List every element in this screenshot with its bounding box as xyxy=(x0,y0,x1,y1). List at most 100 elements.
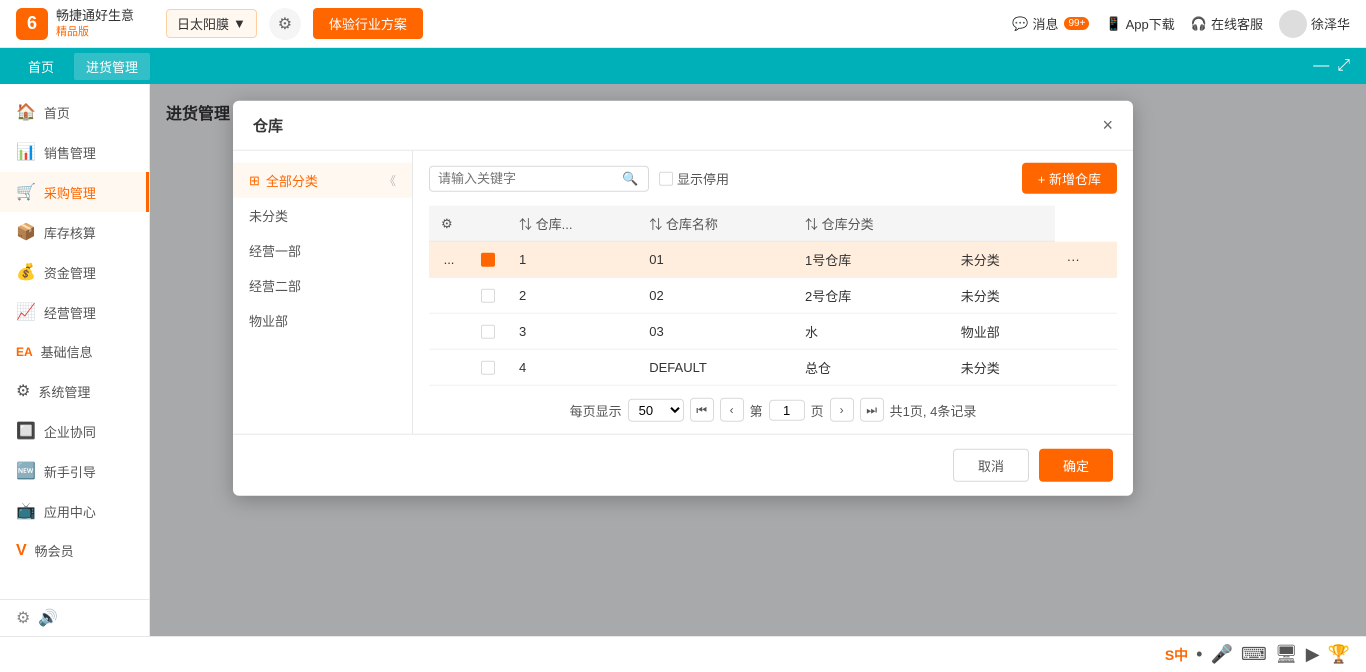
enterprise-icon: 🔲 xyxy=(16,421,36,441)
bottom-bar: S中 • 🎤 ⌨ 🖥 ▶ 🏆 xyxy=(0,636,1366,672)
row-checkbox[interactable] xyxy=(481,361,495,375)
row-code: 01 xyxy=(637,241,793,277)
th-name: ⇅ 仓库名称 xyxy=(637,206,793,242)
row-category: 未分类 xyxy=(949,349,1055,385)
sales-icon: 📊 xyxy=(16,142,36,162)
row-checkbox[interactable] xyxy=(481,325,495,339)
sidebar-item-enterprise[interactable]: 🔲 企业协同 xyxy=(0,411,149,451)
tab-purchase[interactable]: 进货管理 xyxy=(74,53,150,80)
settings-button[interactable]: ⚙ xyxy=(269,8,301,40)
display-icon[interactable]: 🖥 xyxy=(1275,644,1298,665)
cat-item-dept2[interactable]: 经营二部 xyxy=(233,268,412,303)
table-row[interactable]: ... 1 01 1号仓库 未分类 ··· xyxy=(429,241,1117,277)
category-sidebar: ⊞ 全部分类 《 未分类 经营一部 经营二部 物业部 xyxy=(233,151,413,434)
row-gear xyxy=(429,313,469,349)
header-right: 💬 消息 99+ 📱 App下载 🎧 在线客服 徐泽华 xyxy=(1012,10,1350,38)
show-disabled-label[interactable]: 显示停用 xyxy=(659,169,729,188)
apps-icon: 📺 xyxy=(16,501,36,521)
trial-button[interactable]: 体验行业方案 xyxy=(313,8,423,39)
home-icon: 🏠 xyxy=(16,102,36,122)
table-area: 🔍 显示停用 + 新增仓库 ⚙ xyxy=(413,151,1133,434)
row-name: 1号仓库 xyxy=(793,241,949,277)
page-number-input[interactable] xyxy=(769,399,805,420)
warehouse-modal: 仓库 × ⊞ 全部分类 《 未分类 经营一部 xyxy=(233,101,1133,496)
sidebar-item-sales[interactable]: 📊 销售管理 xyxy=(0,132,149,172)
cat-item-unclassified[interactable]: 未分类 xyxy=(233,198,412,233)
collapse-icon[interactable]: 《 xyxy=(384,172,396,189)
online-service-button[interactable]: 🎧 在线客服 xyxy=(1191,14,1263,33)
user-profile[interactable]: 徐泽华 xyxy=(1279,10,1350,38)
table-row[interactable]: 3 03 水 物业部 xyxy=(429,313,1117,349)
microphone-icon[interactable]: 🎤 xyxy=(1210,644,1232,665)
cat-item-all[interactable]: ⊞ 全部分类 《 xyxy=(233,163,412,198)
show-disabled-checkbox[interactable] xyxy=(659,171,673,185)
th-category: ⇅ 仓库分类 xyxy=(793,206,949,242)
modal-body: ⊞ 全部分类 《 未分类 经营一部 经营二部 物业部 xyxy=(233,151,1133,434)
sidebar-item-guide[interactable]: 🆕 新手引导 xyxy=(0,451,149,491)
modal-close-button[interactable]: × xyxy=(1102,115,1113,136)
confirm-button[interactable]: 确定 xyxy=(1039,449,1113,482)
row-check[interactable] xyxy=(469,241,507,277)
th-gear: ⚙ xyxy=(429,206,469,242)
page-next-button[interactable]: › xyxy=(830,398,854,422)
row-check[interactable] xyxy=(469,349,507,385)
finance-icon: 💰 xyxy=(16,262,36,282)
all-cat-icon: ⊞ xyxy=(249,172,260,188)
row-actions: ··· xyxy=(1055,241,1117,277)
message-button[interactable]: 💬 消息 99+ xyxy=(1012,14,1089,33)
sidebar-speaker-icon[interactable]: 🔊 xyxy=(38,608,58,628)
cancel-button[interactable]: 取消 xyxy=(953,449,1029,482)
sidebar-item-purchase[interactable]: 🛒 采购管理 xyxy=(0,172,149,212)
row-seq: 4 xyxy=(507,349,637,385)
vip-icon: V xyxy=(16,542,27,560)
add-warehouse-button[interactable]: + 新增仓库 xyxy=(1022,163,1117,194)
table-header-row: ⚙ ⇅ 仓库... ⇅ 仓库名称 ⇅ 仓库分类 xyxy=(429,206,1117,242)
main-layout: 🏠 首页 📊 销售管理 🛒 采购管理 📦 库存核算 💰 资金管理 📈 经营管理 … xyxy=(0,84,1366,636)
logo-icon: 6 xyxy=(16,8,48,40)
header-center: 日太阳膜 ▼ ⚙ 体验行业方案 xyxy=(166,8,1012,40)
cat-item-property[interactable]: 物业部 xyxy=(233,303,412,338)
sub-header-minus[interactable]: — xyxy=(1313,57,1329,75)
search-icon[interactable]: 🔍 xyxy=(622,170,638,186)
sidebar-settings-icon[interactable]: ⚙ xyxy=(16,608,30,628)
sidebar-item-home[interactable]: 🏠 首页 xyxy=(0,92,149,132)
table-row[interactable]: 4 DEFAULT 总仓 未分类 xyxy=(429,349,1117,385)
sub-header-expand[interactable]: ⤢ xyxy=(1337,57,1350,75)
row-check[interactable] xyxy=(469,313,507,349)
sidebar-bottom: ⚙ 🔊 xyxy=(0,599,150,636)
page-prev-button[interactable]: ‹ xyxy=(720,398,744,422)
store-select[interactable]: 日太阳膜 ▼ xyxy=(166,9,257,38)
th-check xyxy=(469,206,507,242)
pagination: 每页显示 50 100 200 ⏮ ‹ 第 页 › ⏭ 共1页, 4条 xyxy=(429,398,1117,422)
trophy-icon[interactable]: 🏆 xyxy=(1328,644,1350,665)
sidebar-item-system[interactable]: ⚙ 系统管理 xyxy=(0,371,149,411)
avatar xyxy=(1279,10,1307,38)
sidebar-item-vip[interactable]: V 畅会员 xyxy=(0,531,149,570)
page-last-button[interactable]: ⏭ xyxy=(860,398,884,422)
page-first-button[interactable]: ⏮ xyxy=(690,398,714,422)
cat-item-dept1[interactable]: 经营一部 xyxy=(233,233,412,268)
row-checkbox[interactable] xyxy=(481,253,495,267)
row-check[interactable] xyxy=(469,277,507,313)
modal-title: 仓库 xyxy=(253,115,283,136)
tab-home[interactable]: 首页 xyxy=(16,53,66,80)
sidebar-item-apps[interactable]: 📺 应用中心 xyxy=(0,491,149,531)
table-toolbar: 🔍 显示停用 + 新增仓库 xyxy=(429,163,1117,194)
keyboard-icon[interactable]: ⌨ xyxy=(1241,644,1267,665)
sidebar: 🏠 首页 📊 销售管理 🛒 采购管理 📦 库存核算 💰 资金管理 📈 经营管理 … xyxy=(0,84,150,636)
sidebar-item-finance[interactable]: 💰 资金管理 xyxy=(0,252,149,292)
search-input[interactable] xyxy=(438,171,618,186)
sidebar-item-operations[interactable]: 📈 经营管理 xyxy=(0,292,149,332)
app-download-button[interactable]: 📱 App下载 xyxy=(1105,14,1174,33)
th-code: ⇅ 仓库... xyxy=(507,206,637,242)
inventory-icon: 📦 xyxy=(16,222,36,242)
page-size-select[interactable]: 50 100 200 xyxy=(628,398,684,421)
sidebar-item-inventory[interactable]: 📦 库存核算 xyxy=(0,212,149,252)
play-icon[interactable]: ▶ xyxy=(1306,644,1320,665)
row-gear: ... xyxy=(429,241,469,277)
row-name: 2号仓库 xyxy=(793,277,949,313)
row-checkbox[interactable] xyxy=(481,289,495,303)
sidebar-item-basic-info[interactable]: EA 基础信息 xyxy=(0,332,149,371)
table-row[interactable]: 2 02 2号仓库 未分类 xyxy=(429,277,1117,313)
bottom-icon-s[interactable]: S中 xyxy=(1165,645,1188,665)
